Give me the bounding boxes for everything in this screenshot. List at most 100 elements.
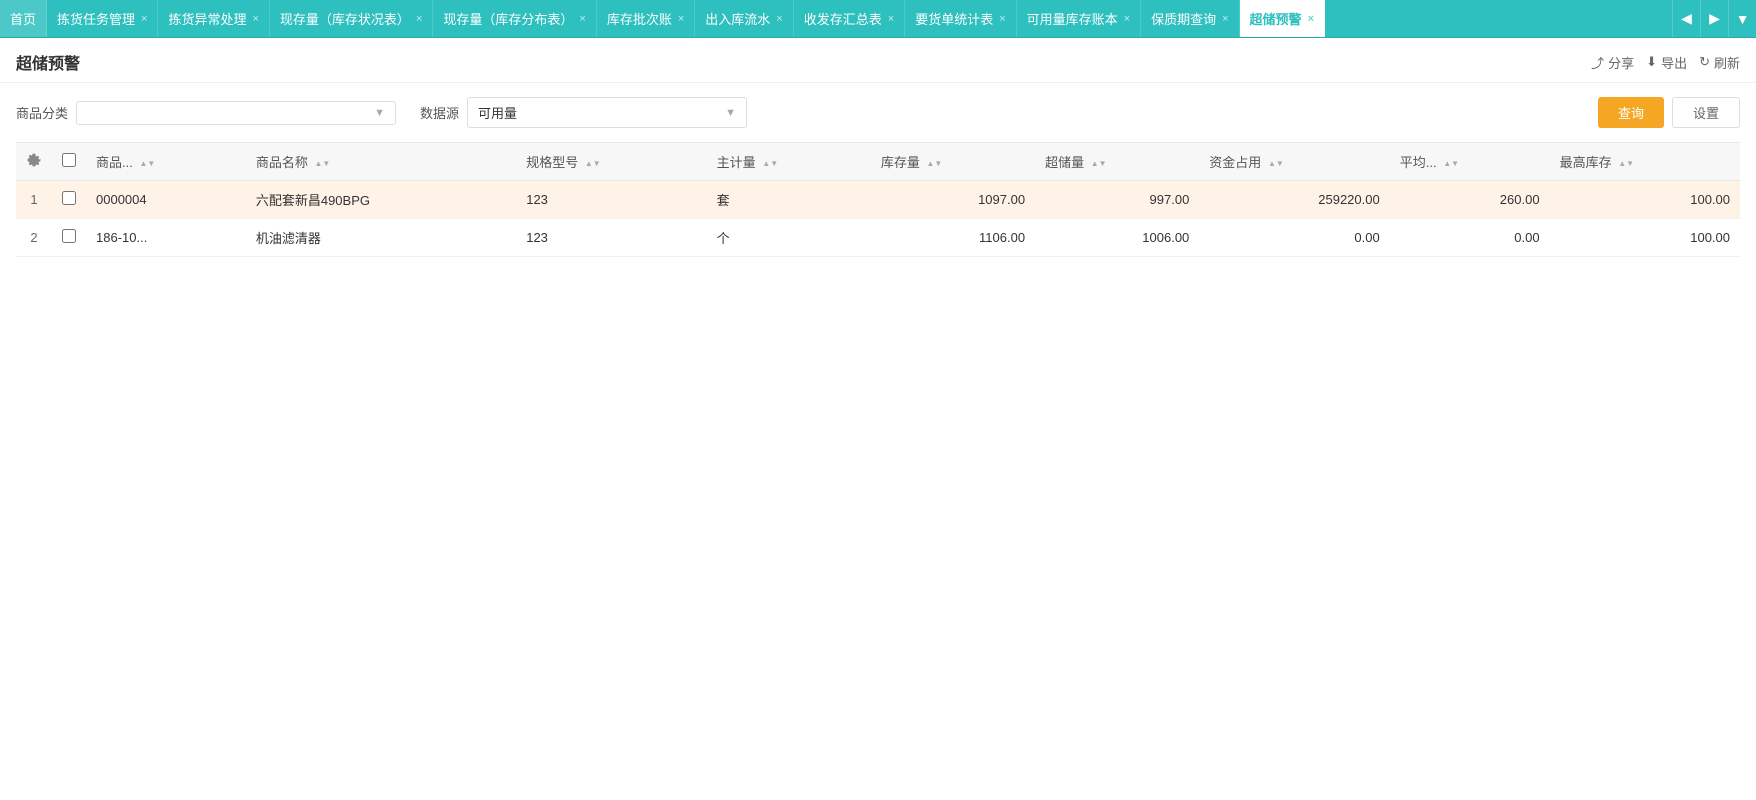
table-container: 商品... ▲▼ 商品名称 ▲▼ 规格型号 ▲▼ 主计量 ▲▼ <box>0 142 1756 257</box>
nav-item-inventory-dist[interactable]: 现存量（库存分布表） × <box>433 0 596 38</box>
th-stock-qty[interactable]: 库存量 ▲▼ <box>871 143 1035 181</box>
td-checkbox-2[interactable] <box>52 219 86 257</box>
nav-item-available-account-label: 可用量库存账本 <box>1027 9 1118 28</box>
th-fund-occupy[interactable]: 资金占用 ▲▼ <box>1199 143 1389 181</box>
td-fund-occupy-2: 0.00 <box>1199 219 1389 257</box>
th-checkbox[interactable] <box>52 143 86 181</box>
row-checkbox-2[interactable] <box>62 229 76 243</box>
nav-item-batch-account-close[interactable]: × <box>678 13 684 25</box>
td-avg-1: 260.00 <box>1390 181 1550 219</box>
td-checkbox-1[interactable] <box>52 181 86 219</box>
sort-icon-fund-occupy: ▲▼ <box>1268 160 1284 168</box>
th-avg[interactable]: 平均... ▲▼ <box>1390 143 1550 181</box>
nav-item-batch-account[interactable]: 库存批次账 × <box>597 0 695 38</box>
nav-item-batch-account-label: 库存批次账 <box>607 9 672 28</box>
nav-item-exception-proc-close[interactable]: × <box>252 13 258 25</box>
settings-button[interactable]: 设置 <box>1672 97 1740 128</box>
td-product-code-1: 0000004 <box>86 181 246 219</box>
filter-buttons: 查询 设置 <box>1598 97 1740 128</box>
sort-icon-avg: ▲▼ <box>1443 160 1459 168</box>
nav-item-home-label: 首页 <box>10 9 36 28</box>
query-button[interactable]: 查询 <box>1598 97 1664 128</box>
td-row-num-2: 2 <box>16 219 52 257</box>
nav-item-available-account[interactable]: 可用量库存账本 × <box>1017 0 1141 38</box>
nav-item-receive-summary[interactable]: 收发存汇总表 × <box>794 0 905 38</box>
nav-item-available-account-close[interactable]: × <box>1124 13 1130 25</box>
page-title: 超储预警 <box>16 50 80 74</box>
td-unit-1: 套 <box>707 181 871 219</box>
td-avg-2: 0.00 <box>1390 219 1550 257</box>
nav-item-inout-flow[interactable]: 出入库流水 × <box>695 0 793 38</box>
gear-icon <box>26 152 42 168</box>
nav-item-order-stats-label: 要货单统计表 <box>915 9 993 28</box>
nav-item-inventory-dist-label: 现存量（库存分布表） <box>443 9 573 28</box>
th-overstock-qty[interactable]: 超储量 ▲▼ <box>1035 143 1199 181</box>
category-select[interactable]: ▼ <box>76 101 396 125</box>
nav-item-receive-summary-label: 收发存汇总表 <box>804 9 882 28</box>
nav-item-overstock-warning-close[interactable]: × <box>1308 13 1314 25</box>
table-row: 1 0000004 六配套新昌490BPG 123 套 1097.00 997.… <box>16 181 1740 219</box>
refresh-icon: ↻ <box>1699 54 1710 70</box>
th-max-stock-label: 最高库存 <box>1560 155 1612 170</box>
nav-item-home[interactable]: 首页 <box>0 0 47 38</box>
share-icon: ⤴ <box>1591 53 1604 72</box>
share-action[interactable]: ⤴ 分享 <box>1591 53 1634 72</box>
refresh-action[interactable]: ↻ 刷新 <box>1699 53 1740 72</box>
td-spec-2: 123 <box>516 219 706 257</box>
export-action[interactable]: ⬇ 导出 <box>1646 53 1687 72</box>
nav-item-task-mgmt-close[interactable]: × <box>141 13 147 25</box>
nav-item-expiry-check[interactable]: 保质期查询 × <box>1141 0 1239 38</box>
th-product-name-label: 商品名称 <box>256 155 308 170</box>
nav-prev-button[interactable]: ◀ <box>1672 0 1700 38</box>
sort-icon-max-stock: ▲▼ <box>1618 160 1634 168</box>
page-header: 超储预警 ⤴ 分享 ⬇ 导出 ↻ 刷新 <box>0 38 1756 83</box>
nav-item-receive-summary-close[interactable]: × <box>888 13 894 25</box>
td-max-stock-1: 100.00 <box>1550 181 1740 219</box>
category-filter-label: 商品分类 <box>16 103 68 122</box>
export-icon: ⬇ <box>1646 54 1657 70</box>
th-product-code-label: 商品... <box>96 155 133 170</box>
nav-next-button[interactable]: ▶ <box>1700 0 1728 38</box>
row-checkbox-1[interactable] <box>62 191 76 205</box>
th-unit[interactable]: 主计量 ▲▼ <box>707 143 871 181</box>
sort-icon-stock-qty: ▲▼ <box>927 160 943 168</box>
datasource-select-chevron: ▼ <box>725 107 736 119</box>
th-product-name[interactable]: 商品名称 ▲▼ <box>246 143 516 181</box>
td-product-name-1: 六配套新昌490BPG <box>246 181 516 219</box>
nav-item-inventory-status[interactable]: 现存量（库存状况表） × <box>270 0 433 38</box>
td-unit-2: 个 <box>707 219 871 257</box>
th-unit-label: 主计量 <box>717 155 756 170</box>
nav-item-inout-flow-label: 出入库流水 <box>705 9 770 28</box>
th-max-stock[interactable]: 最高库存 ▲▼ <box>1550 143 1740 181</box>
nav-item-exception-proc[interactable]: 拣货异常处理 × <box>158 0 269 38</box>
nav-item-overstock-warning[interactable]: 超储预警 × <box>1240 0 1325 38</box>
nav-item-expiry-check-close[interactable]: × <box>1222 13 1228 25</box>
nav-item-order-stats[interactable]: 要货单统计表 × <box>905 0 1016 38</box>
filter-group-datasource: 数据源 可用量 ▼ <box>420 97 747 128</box>
th-gear[interactable] <box>16 143 52 181</box>
sort-icon-unit: ▲▼ <box>762 160 778 168</box>
table-row: 2 186-10... 机油滤清器 123 个 1106.00 1006.00 … <box>16 219 1740 257</box>
th-avg-label: 平均... <box>1400 155 1437 170</box>
th-product-code[interactable]: 商品... ▲▼ <box>86 143 246 181</box>
nav-more-button[interactable]: ▼ <box>1728 0 1756 38</box>
datasource-select[interactable]: 可用量 ▼ <box>467 97 747 128</box>
th-overstock-qty-label: 超储量 <box>1045 155 1084 170</box>
refresh-label: 刷新 <box>1714 53 1740 72</box>
table-header-row: 商品... ▲▼ 商品名称 ▲▼ 规格型号 ▲▼ 主计量 ▲▼ <box>16 143 1740 181</box>
datasource-select-value: 可用量 <box>478 103 517 122</box>
th-stock-qty-label: 库存量 <box>881 155 920 170</box>
nav-item-task-mgmt[interactable]: 拣货任务管理 × <box>47 0 158 38</box>
table-body: 1 0000004 六配套新昌490BPG 123 套 1097.00 997.… <box>16 181 1740 257</box>
nav-item-inventory-dist-close[interactable]: × <box>579 13 585 25</box>
th-spec[interactable]: 规格型号 ▲▼ <box>516 143 706 181</box>
share-label: 分享 <box>1608 53 1634 72</box>
th-spec-label: 规格型号 <box>526 155 578 170</box>
nav-item-inventory-status-close[interactable]: × <box>416 13 422 25</box>
th-fund-occupy-label: 资金占用 <box>1209 155 1261 170</box>
nav-item-expiry-check-label: 保质期查询 <box>1151 9 1216 28</box>
nav-item-order-stats-close[interactable]: × <box>999 13 1005 25</box>
nav-item-inout-flow-close[interactable]: × <box>776 13 782 25</box>
datasource-filter-label: 数据源 <box>420 103 459 122</box>
select-all-checkbox[interactable] <box>62 153 76 167</box>
